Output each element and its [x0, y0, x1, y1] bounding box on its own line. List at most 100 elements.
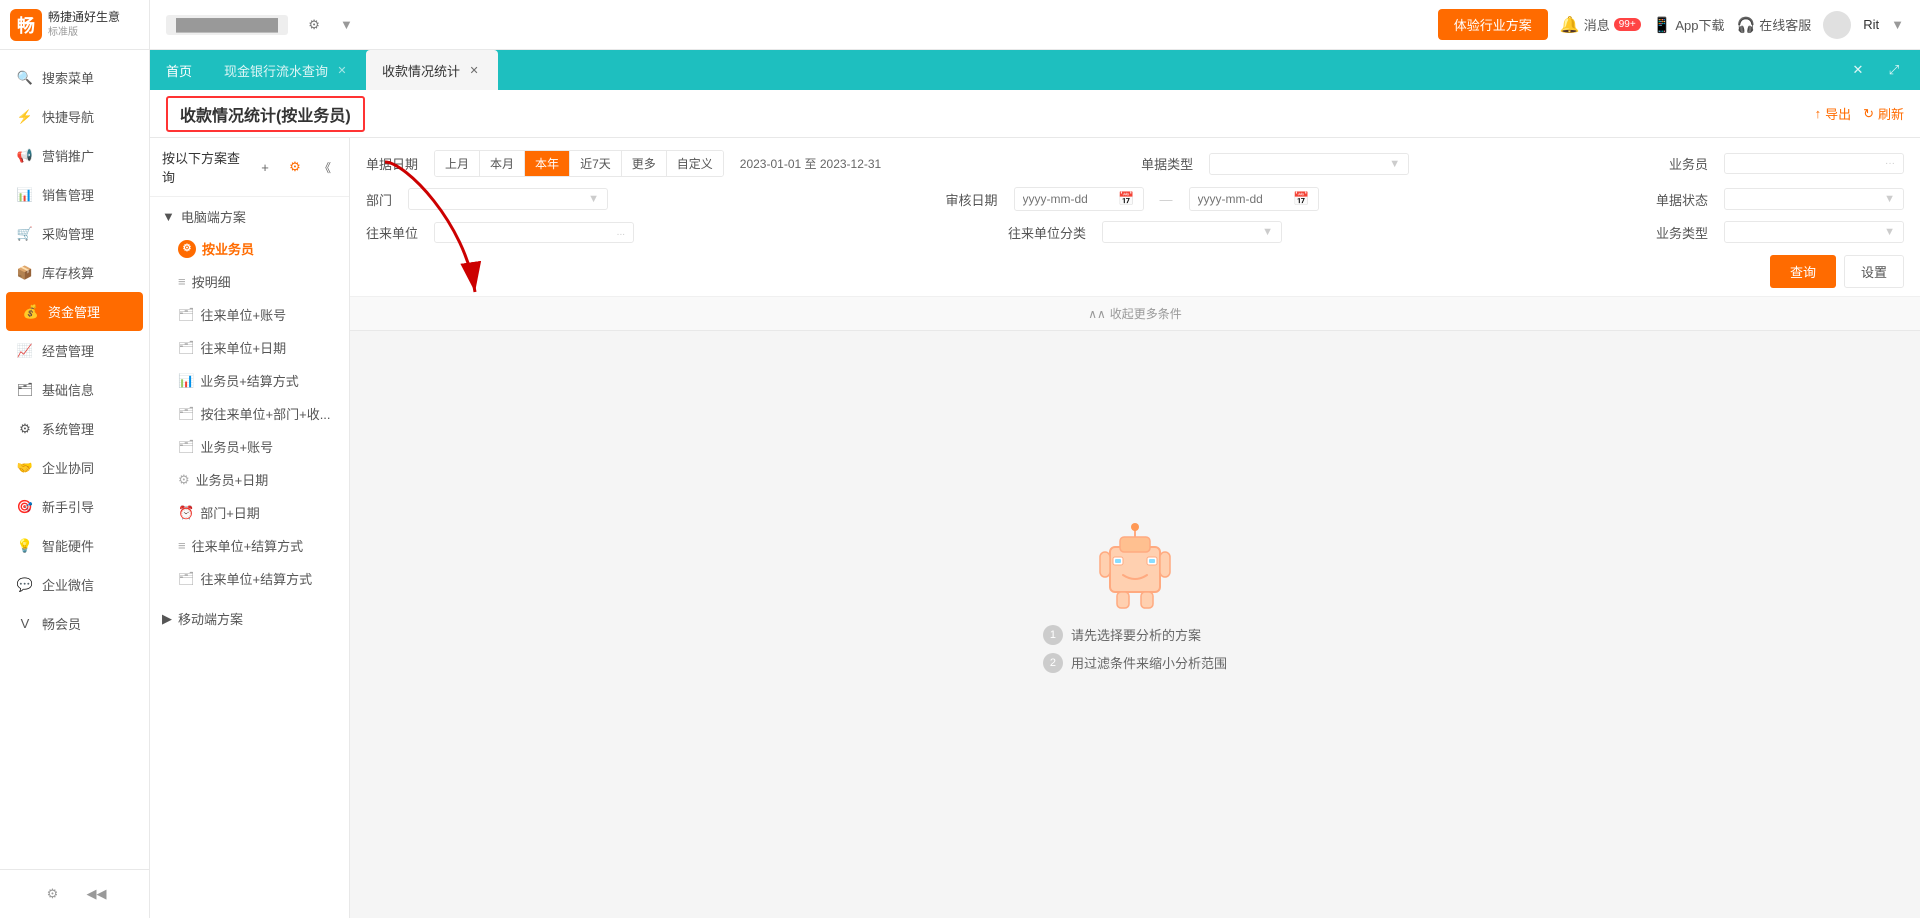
audit-from-input[interactable]: 📅	[1014, 187, 1144, 211]
scheme-settings-btn[interactable]: ⚙	[283, 155, 307, 179]
tab-close-bank-flow[interactable]: ✕	[334, 62, 350, 78]
scheme-item-partner-date[interactable]: 🗂往来单位+日期	[150, 331, 349, 364]
user-dropdown-icon[interactable]: ▼	[1891, 17, 1904, 32]
sidebar-item-wechat[interactable]: 💬企业微信	[0, 565, 149, 604]
sidebar-item-quick-nav[interactable]: ⚡快捷导航	[0, 97, 149, 136]
basic-icon: 🗂	[16, 381, 34, 399]
scheme-item-icon-salesperson-account: 🗂	[178, 439, 195, 455]
scheme-section-title-mobile[interactable]: ▶移动端方案	[150, 603, 349, 634]
voucher-type-select[interactable]: ▼	[1209, 153, 1409, 175]
tab-maximize-btn[interactable]: ⤢	[1880, 56, 1908, 84]
logo-text: 畅捷通好生意 标准版	[48, 10, 120, 39]
sidebar-item-inventory[interactable]: 📦库存核算	[0, 253, 149, 292]
member-icon: V	[16, 615, 34, 633]
purchase-icon: 🛒	[16, 225, 34, 243]
date-tab-this-month[interactable]: 本月	[480, 151, 525, 176]
scheme-item-label-partner-date: 往来单位+日期	[201, 338, 287, 357]
sidebar-item-operation[interactable]: 📈经营管理	[0, 331, 149, 370]
sidebar-item-member[interactable]: V畅会员	[0, 604, 149, 643]
sidebar-item-basic[interactable]: 🗂基础信息	[0, 370, 149, 409]
scheme-item-by-salesperson[interactable]: ⚙按业务员	[150, 232, 349, 265]
sidebar-item-system[interactable]: ⚙系统管理	[0, 409, 149, 448]
quick-nav-icon: ⚡	[16, 108, 34, 126]
date-tab-last-7-days[interactable]: 近7天	[570, 151, 622, 176]
scheme-section-title-pc[interactable]: ▼电脑端方案	[150, 201, 349, 232]
page-title-box: 收款情况统计(按业务员)	[166, 96, 365, 132]
customer-service-btn[interactable]: 🎧 在线客服	[1737, 15, 1812, 34]
tab-bank-flow[interactable]: 现金银行流水查询✕	[208, 50, 366, 90]
tab-close-receipt-stats[interactable]: ✕	[466, 62, 482, 78]
filter-section: 单据日期 上月本月本年近7天更多自定义 2023-01-01 至 2023-12…	[350, 138, 1920, 331]
filter-inner: 单据日期 上月本月本年近7天更多自定义 2023-01-01 至 2023-12…	[350, 138, 1920, 255]
sidebar-item-purchase[interactable]: 🛒采购管理	[0, 214, 149, 253]
scheme-item-label-salesperson-account: 业务员+账号	[201, 437, 274, 456]
scheme-item-icon-by-salesperson: ⚙	[178, 240, 196, 258]
sidebar-collapse-btn[interactable]: ◀◀	[83, 880, 111, 908]
sidebar-item-fund[interactable]: 💰资金管理	[6, 292, 143, 331]
business-type-select[interactable]: ▼	[1724, 221, 1904, 243]
sidebar-item-enterprise[interactable]: 🤝企业协同	[0, 448, 149, 487]
scheme-item-icon-partner-settlement2: 🗂	[178, 571, 195, 587]
section-arrow-mobile: ▶	[162, 611, 172, 627]
scheme-item-partner-dept-collect[interactable]: 🗂按往来单位+部门+收...	[150, 397, 349, 430]
sidebar-item-search[interactable]: 🔍搜索菜单	[0, 58, 149, 97]
partner-select[interactable]: ...	[434, 222, 634, 243]
date-tab-prev-month[interactable]: 上月	[435, 151, 480, 176]
collapse-btn[interactable]: ∧∧ 收起更多条件	[1088, 305, 1182, 322]
scheme-collapse-btn[interactable]: 《	[313, 155, 337, 179]
scheme-item-salesperson-account[interactable]: 🗂 业务员+账号	[150, 430, 349, 463]
refresh-btn[interactable]: ↻刷新	[1863, 104, 1904, 123]
header-dropdown-btn[interactable]: ▼	[340, 17, 353, 32]
scheme-item-by-detail[interactable]: ≡按明细	[150, 265, 349, 298]
scheme-item-partner-settlement2[interactable]: 🗂往来单位+结算方式	[150, 562, 349, 595]
hardware-icon: 💡	[16, 537, 34, 555]
settings-btn[interactable]: 设置	[1844, 255, 1904, 288]
header-settings-icon[interactable]: ⚙	[300, 11, 328, 39]
audit-to-input[interactable]: 📅	[1189, 187, 1319, 211]
date-tab-more[interactable]: 更多	[622, 151, 667, 176]
filter-row-1: 单据日期 上月本月本年近7天更多自定义 2023-01-01 至 2023-12…	[366, 150, 1904, 177]
scheme-item-label-partner-account: 往来单位+账号	[201, 305, 287, 324]
sidebar-item-sales[interactable]: 📊销售管理	[0, 175, 149, 214]
operation-icon: 📈	[16, 342, 34, 360]
scheme-panel: 按以下方案查询 + ⚙ 《 ▼电脑端方案⚙按业务员≡按明细🗂往来单位+账号🗂往来…	[150, 138, 350, 918]
export-btn[interactable]: ↑导出	[1815, 104, 1852, 123]
tab-home[interactable]: 首页	[150, 50, 208, 90]
sidebar-label-hardware: 智能硬件	[42, 536, 94, 555]
notification-btn[interactable]: 🔔 消息 99+	[1560, 15, 1641, 35]
query-btn[interactable]: 查询	[1770, 255, 1836, 288]
audit-from-field[interactable]	[1023, 192, 1115, 206]
section-arrow-pc: ▼	[162, 209, 175, 224]
collapse-bar[interactable]: ∧∧ 收起更多条件	[350, 296, 1920, 330]
enterprise-icon: 🤝	[16, 459, 34, 477]
scheme-item-partner-account[interactable]: 🗂往来单位+账号	[150, 298, 349, 331]
sidebar-item-marketing[interactable]: 📢营销推广	[0, 136, 149, 175]
user-avatar[interactable]	[1823, 11, 1851, 39]
tab-receipt-stats[interactable]: 收款情况统计✕	[366, 50, 498, 90]
search-icon: 🔍	[16, 69, 34, 87]
sidebar-settings-btn[interactable]: ⚙	[39, 880, 67, 908]
empty-area: 1 请先选择要分析的方案 2 用过滤条件来缩小分析范围	[350, 331, 1920, 918]
salesperson-select[interactable]: ···	[1724, 153, 1904, 174]
app-download-btn[interactable]: 📱 App下载	[1653, 15, 1725, 34]
tip-num-1: 1	[1043, 625, 1063, 645]
scheme-item-salesperson-date[interactable]: ⚙业务员+日期	[150, 463, 349, 496]
scheme-item-label-salesperson-settlement: 业务员+结算方式	[200, 371, 299, 390]
date-tab-custom[interactable]: 自定义	[667, 151, 723, 176]
dept-select[interactable]: ▼	[408, 188, 608, 210]
sidebar-item-hardware[interactable]: 💡 智能硬件	[0, 526, 149, 565]
trial-btn[interactable]: 体验行业方案	[1438, 9, 1548, 40]
audit-to-field[interactable]	[1198, 192, 1290, 206]
voucher-status-select[interactable]: ▼	[1724, 188, 1904, 210]
sidebar-item-guide[interactable]: 🎯新手引导	[0, 487, 149, 526]
scheme-add-btn[interactable]: +	[253, 155, 277, 179]
date-range: 2023-01-01 至 2023-12-31	[740, 155, 881, 172]
scheme-item-partner-settlement1[interactable]: ≡往来单位+结算方式	[150, 529, 349, 562]
scheme-item-dept-date[interactable]: ⏰部门+日期	[150, 496, 349, 529]
tab-close-all-btn[interactable]: ✕	[1844, 56, 1872, 84]
scheme-item-salesperson-settlement[interactable]: 📊业务员+结算方式	[150, 364, 349, 397]
partner-category-select[interactable]: ▼	[1102, 221, 1282, 243]
scheme-item-label-partner-settlement1: 往来单位+结算方式	[192, 536, 304, 555]
audit-date-label: 审核日期	[946, 190, 998, 209]
date-tab-this-year[interactable]: 本年	[525, 151, 570, 176]
